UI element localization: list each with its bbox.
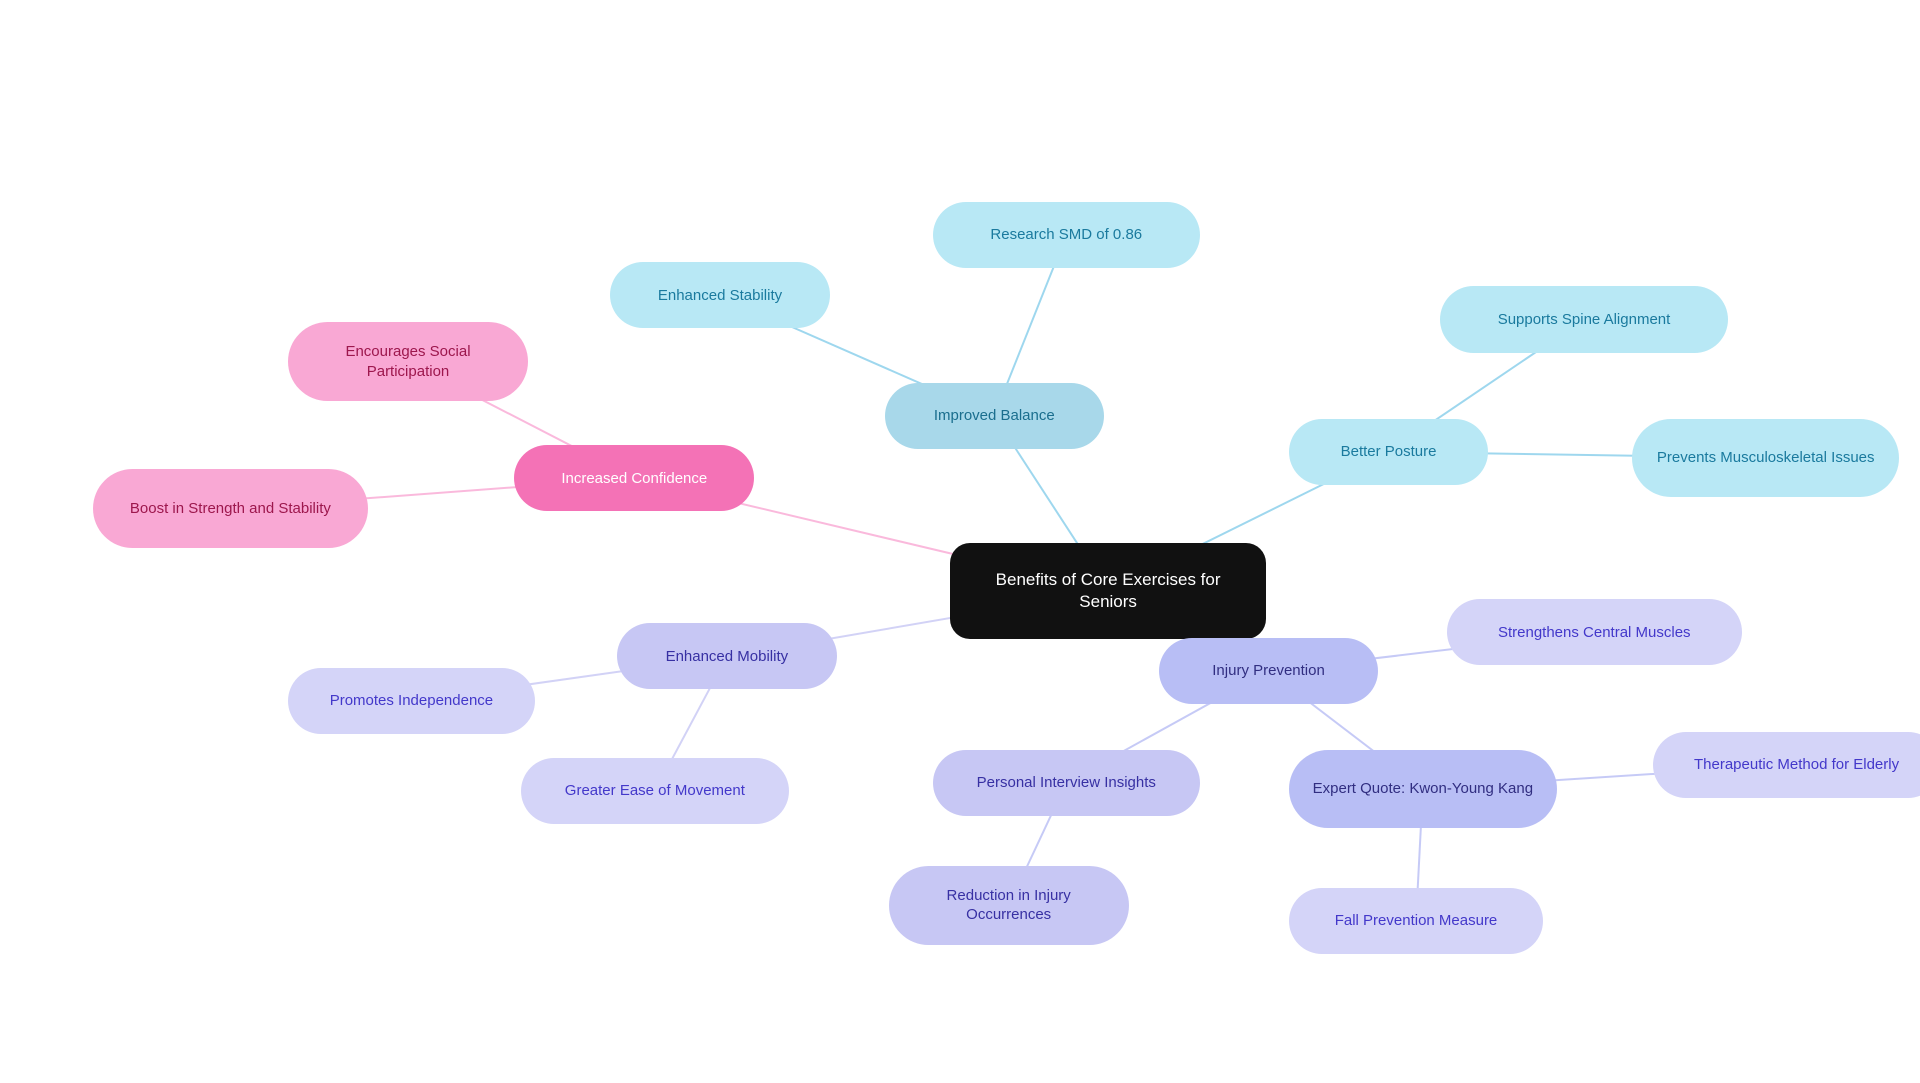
node-encourages_social[interactable]: Encourages Social Participation (288, 322, 528, 400)
node-enhanced_mobility[interactable]: Enhanced Mobility (617, 623, 836, 689)
node-center[interactable]: Benefits of Core Exercises for Seniors (950, 543, 1265, 639)
node-boost_strength[interactable]: Boost in Strength and Stability (93, 469, 367, 547)
node-promotes_independence[interactable]: Promotes Independence (288, 668, 535, 734)
node-personal_interview[interactable]: Personal Interview Insights (933, 750, 1200, 816)
node-enhanced_stability[interactable]: Enhanced Stability (610, 262, 829, 328)
node-injury_prevention[interactable]: Injury Prevention (1159, 638, 1378, 704)
node-reduction_injury[interactable]: Reduction in Injury Occurrences (889, 866, 1129, 944)
node-greater_ease[interactable]: Greater Ease of Movement (521, 758, 788, 824)
node-prevents_musculo[interactable]: Prevents Musculoskeletal Issues (1632, 419, 1899, 497)
node-strengthens_central[interactable]: Strengthens Central Muscles (1447, 599, 1742, 665)
node-research_smd[interactable]: Research SMD of 0.86 (933, 202, 1200, 268)
node-expert_quote[interactable]: Expert Quote: Kwon-Young Kang (1289, 750, 1556, 828)
node-therapeutic_method[interactable]: Therapeutic Method for Elderly (1653, 732, 1920, 798)
node-improved_balance[interactable]: Improved Balance (885, 383, 1104, 449)
node-increased_confidence[interactable]: Increased Confidence (514, 445, 754, 511)
node-better_posture[interactable]: Better Posture (1289, 419, 1488, 485)
node-supports_spine[interactable]: Supports Spine Alignment (1440, 286, 1728, 352)
mindmap-container: Benefits of Core Exercises for Seniors Im… (0, 0, 1920, 1083)
node-fall_prevention[interactable]: Fall Prevention Measure (1289, 888, 1543, 954)
